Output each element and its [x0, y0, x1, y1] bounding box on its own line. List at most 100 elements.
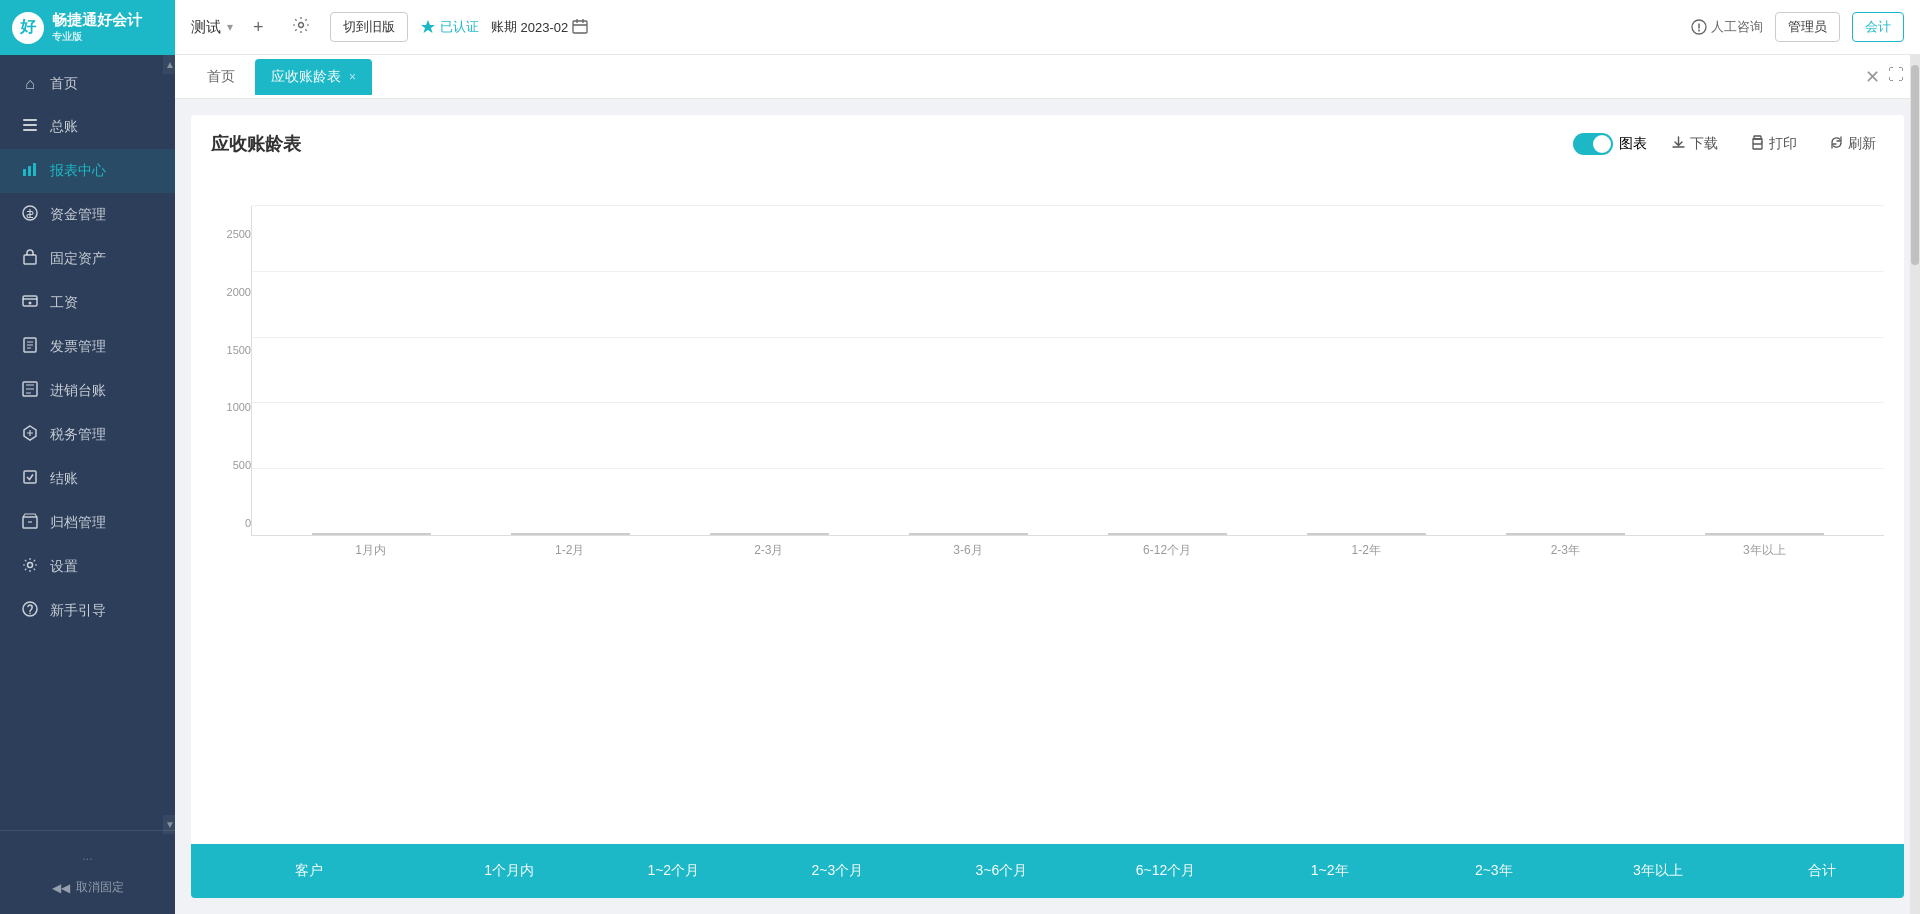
bar-1-2y — [1307, 533, 1426, 535]
sidebar-label-guide: 新手引导 — [50, 602, 106, 620]
close-window-icon[interactable]: ✕ — [1865, 66, 1880, 88]
refresh-btn[interactable]: 刷新 — [1821, 131, 1884, 157]
svg-rect-21 — [1754, 136, 1761, 139]
svg-rect-20 — [1753, 144, 1762, 149]
bar-chart: 0 500 1000 1500 2000 2500 — [211, 179, 1884, 559]
settings-btn[interactable] — [284, 12, 318, 43]
print-btn[interactable]: 打印 — [1742, 131, 1805, 157]
sidebar-item-home[interactable]: ⌂ 首页 — [0, 63, 175, 105]
certified-badge: 已认证 — [420, 18, 479, 36]
th-2-3m: 2~3个月 — [755, 844, 919, 898]
download-icon — [1671, 135, 1686, 153]
bar-6-12m — [1108, 533, 1227, 535]
admin-btn[interactable]: 管理员 — [1775, 12, 1840, 42]
sidebar-item-fixed-assets[interactable]: 固定资产 — [0, 237, 175, 281]
bar-1-2m — [511, 533, 630, 535]
app-logo: 好 畅捷通好会计 专业版 — [0, 0, 175, 55]
sidebar-item-purchase-sales[interactable]: 进销台账 — [0, 369, 175, 413]
main-area: 测试 ▾ + 切到旧版 已认证 账期 2023-02 人工咨询 管理员 会计 — [175, 0, 1920, 914]
th-3-6m: 3~6个月 — [919, 844, 1083, 898]
project-selector[interactable]: 测试 ▾ — [191, 18, 233, 37]
svg-point-17 — [298, 22, 303, 27]
x-label-1m: 1月内 — [271, 536, 470, 559]
cancel-fixed-btn[interactable]: ◀◀ 取消固定 — [0, 871, 175, 904]
x-label-1-2y: 1-2年 — [1267, 536, 1466, 559]
svg-rect-18 — [573, 21, 587, 33]
role-btn[interactable]: 会计 — [1852, 12, 1904, 42]
app-edition: 专业版 — [52, 30, 142, 44]
sidebar-label-settings: 设置 — [50, 558, 78, 576]
scroll-down-arrow[interactable]: ▼ — [163, 815, 175, 834]
sidebar-item-settings[interactable]: 设置 — [0, 545, 175, 589]
chart-toggle[interactable] — [1573, 133, 1613, 155]
fund-icon — [20, 205, 40, 225]
sidebar-item-ledger[interactable]: 总账 — [0, 105, 175, 149]
archive-icon — [20, 513, 40, 533]
certified-label: 已认证 — [440, 18, 479, 36]
sidebar-item-tax[interactable]: 税务管理 — [0, 413, 175, 457]
y-label-2000: 2000 — [211, 287, 251, 298]
tab-accounts-aging-label: 应收账龄表 — [271, 68, 341, 86]
right-scrollbar[interactable] — [1910, 55, 1920, 914]
sidebar-item-guide[interactable]: 新手引导 — [0, 589, 175, 633]
x-label-1-2m: 1-2月 — [470, 536, 669, 559]
consult-label: 人工咨询 — [1711, 18, 1763, 36]
topbar-right: 人工咨询 管理员 会计 — [1691, 12, 1904, 42]
sidebar-item-invoice[interactable]: 发票管理 — [0, 325, 175, 369]
svg-rect-5 — [33, 163, 36, 176]
logo-char: 好 — [20, 17, 36, 38]
tab-accounts-aging[interactable]: 应收账龄表 × — [255, 59, 372, 95]
bar-group-3y-plus — [1665, 533, 1864, 535]
tab-close-icon[interactable]: × — [349, 70, 356, 84]
chart-toggle-label: 图表 — [1619, 135, 1647, 153]
sidebar-label-invoice: 发票管理 — [50, 338, 106, 356]
pin-icon: ◀◀ — [52, 881, 70, 895]
th-1-2y: 1~2年 — [1248, 844, 1412, 898]
page-header: 应收账龄表 图表 下载 — [191, 115, 1904, 169]
tab-expand-area: ✕ ⛶ — [1865, 66, 1904, 88]
bar-group-1-2m — [471, 533, 670, 535]
calendar-icon[interactable] — [572, 18, 588, 37]
sidebar-label-fixed-assets: 固定资产 — [50, 250, 106, 268]
sidebar-label-report: 报表中心 — [50, 162, 106, 180]
y-label-0: 0 — [211, 518, 251, 529]
print-label: 打印 — [1769, 135, 1797, 153]
expand-icon[interactable]: ⛶ — [1888, 66, 1904, 88]
sidebar-label-closing: 结账 — [50, 470, 78, 488]
add-project-btn[interactable]: + — [245, 13, 272, 42]
sidebar-item-report[interactable]: 报表中心 — [0, 149, 175, 193]
bar-1m — [312, 533, 431, 535]
sidebar-item-salary[interactable]: 工资 — [0, 281, 175, 325]
th-1-2m: 1~2个月 — [591, 844, 755, 898]
sidebar-item-archive[interactable]: 归档管理 — [0, 501, 175, 545]
download-btn[interactable]: 下载 — [1663, 131, 1726, 157]
period-label: 账期 — [491, 18, 517, 36]
th-6-12m: 6~12个月 — [1084, 844, 1248, 898]
switch-version-btn[interactable]: 切到旧版 — [330, 12, 408, 42]
sidebar-item-closing[interactable]: 结账 — [0, 457, 175, 501]
guide-icon — [20, 601, 40, 621]
svg-point-22 — [1761, 141, 1763, 143]
tab-home[interactable]: 首页 — [191, 59, 251, 95]
svg-point-16 — [29, 613, 31, 615]
th-2-3y: 2~3年 — [1412, 844, 1576, 898]
sidebar-label-salary: 工资 — [50, 294, 78, 312]
y-label-2500: 2500 — [211, 229, 251, 240]
app-name: 畅捷通好会计 — [52, 11, 142, 28]
consult-btn[interactable]: 人工咨询 — [1691, 18, 1763, 36]
period-value: 2023-02 — [521, 20, 569, 35]
table-header: 客户 1个月内 1~2个月 2~3个月 3~6个月 6~12个月 1~2年 2~… — [191, 844, 1904, 898]
x-label-2-3m: 2-3月 — [669, 536, 868, 559]
fixed-assets-icon — [20, 249, 40, 269]
scroll-up-arrow[interactable]: ▲ — [163, 55, 175, 74]
x-label-2-3y: 2-3年 — [1466, 536, 1665, 559]
sidebar-label-home: 首页 — [50, 75, 78, 93]
sidebar-item-fund[interactable]: 资金管理 — [0, 193, 175, 237]
salary-icon — [20, 293, 40, 313]
y-label-1000: 1000 — [211, 402, 251, 413]
ledger-icon — [20, 117, 40, 137]
sidebar-label-ledger: 总账 — [50, 118, 78, 136]
sidebar-label-purchase-sales: 进销台账 — [50, 382, 106, 400]
bar-group-2-3y — [1466, 533, 1665, 535]
invoice-icon — [20, 337, 40, 357]
